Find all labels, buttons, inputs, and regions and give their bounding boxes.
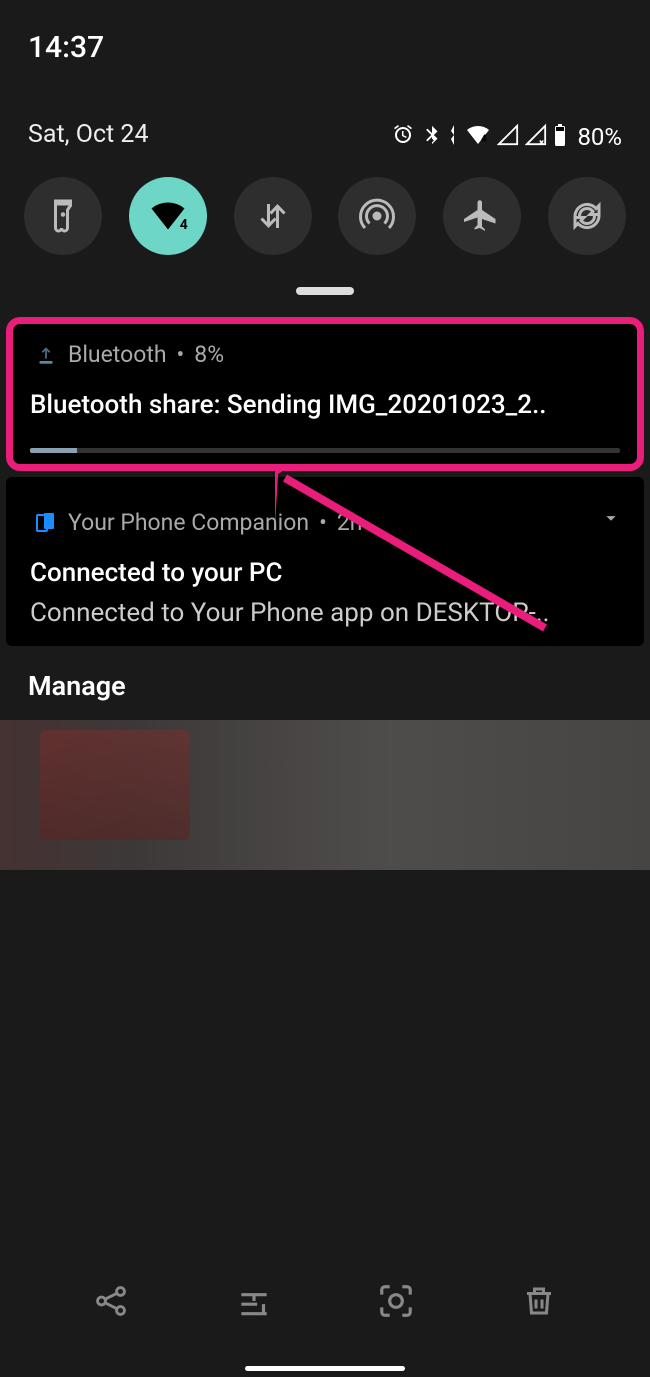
notification-app-name: Your Phone Companion: [68, 509, 309, 536]
lens-button[interactable]: [366, 1271, 426, 1331]
notification-header: Bluetooth • 8%: [30, 341, 620, 368]
background-image: [0, 720, 650, 870]
qs-wifi[interactable]: 4: [129, 177, 207, 255]
battery-icon: [553, 123, 567, 147]
notification-bluetooth[interactable]: Bluetooth • 8% Bluetooth share: Sending …: [6, 317, 644, 471]
nav-gesture-handle[interactable]: [245, 1366, 405, 1371]
notification-your-phone[interactable]: Your Phone Companion • 2h Connected to y…: [6, 477, 644, 646]
signal-2-icon: [525, 123, 547, 147]
share-button[interactable]: [81, 1271, 141, 1331]
qs-hotspot[interactable]: [338, 177, 416, 255]
shade-date: Sat, Oct 24: [28, 120, 149, 149]
phone-link-icon: [34, 511, 58, 535]
notification-title: Connected to your PC: [30, 558, 620, 588]
chevron-down-icon[interactable]: [600, 507, 622, 533]
notification-body: Connected to Your Phone app on DESKTOP-.…: [30, 598, 620, 628]
status-icons: 4 80%: [391, 123, 622, 147]
vibrate-icon: [449, 123, 459, 147]
upload-icon: [34, 343, 58, 367]
notification-app-name: Bluetooth: [68, 341, 167, 368]
qs-wifi-badge: 4: [180, 217, 188, 233]
notification-header: Your Phone Companion • 2h: [30, 501, 620, 536]
quick-settings-row: 4: [0, 167, 650, 255]
shade-header: Sat, Oct 24 4 80%: [0, 65, 650, 167]
notification-progress: [30, 448, 620, 453]
notification-meta: 8%: [194, 341, 224, 368]
alarm-icon: [391, 123, 415, 147]
qs-airplane[interactable]: [443, 177, 521, 255]
signal-1-icon: [497, 123, 519, 147]
notification-title: Bluetooth share: Sending IMG_20201023_2.…: [30, 390, 620, 420]
edit-button[interactable]: [224, 1271, 284, 1331]
qs-mobile-data[interactable]: [234, 177, 312, 255]
manage-notifications-button[interactable]: Manage: [0, 646, 650, 726]
clock: 14:37: [28, 30, 622, 65]
qs-flashlight[interactable]: [24, 177, 102, 255]
battery-percent: 80%: [577, 123, 622, 147]
shade-drag-handle[interactable]: [296, 287, 354, 295]
svg-text:4: 4: [481, 134, 487, 145]
delete-button[interactable]: [509, 1271, 569, 1331]
qs-rotation[interactable]: [548, 177, 626, 255]
wifi-status-icon: 4: [465, 123, 491, 147]
bluetooth-icon: [421, 123, 443, 147]
notification-meta: 2h: [337, 509, 363, 536]
bottom-action-bar: [0, 1271, 650, 1345]
notification-progress-fill: [30, 448, 77, 453]
status-bar: 14:37: [0, 0, 650, 65]
